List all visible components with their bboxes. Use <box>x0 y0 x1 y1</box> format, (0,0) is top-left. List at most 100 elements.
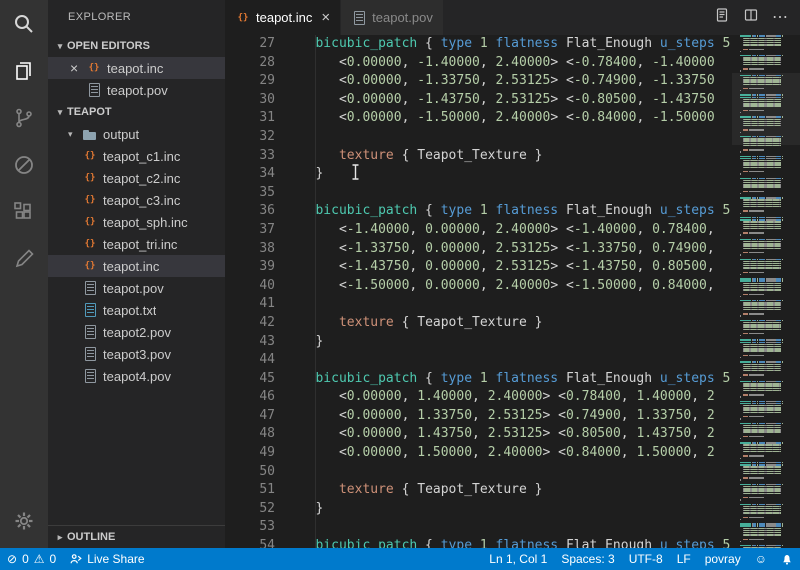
code-line-39: 39 <-1.43750, 0.00000, 2.53125> <-1.4375… <box>225 258 738 277</box>
language-mode-status[interactable]: povray <box>698 548 748 570</box>
split-editor-icon[interactable] <box>743 7 759 28</box>
cursor-position-status[interactable]: Ln 1, Col 1 <box>482 548 554 570</box>
open-editors-header[interactable]: ▾ OPEN EDITORS <box>48 35 225 57</box>
source-control-icon[interactable] <box>0 94 48 141</box>
pov-file-icon <box>82 280 98 296</box>
tree-item-teapot.inc[interactable]: {}teapot.inc <box>48 255 225 277</box>
file-label: teapot.txt <box>103 303 156 318</box>
line-number: 42 <box>225 314 275 333</box>
code-line-48: 48 <0.00000, 1.43750, 2.53125> <0.80500,… <box>225 425 738 444</box>
code-line-47: 47 <0.00000, 1.33750, 2.53125> <0.74900,… <box>225 407 738 426</box>
line-number: 29 <box>225 72 275 91</box>
code-line-40: 40 <-1.50000, 0.00000, 2.40000> <-1.5000… <box>225 277 738 296</box>
open-preview-icon[interactable] <box>714 7 730 28</box>
line-content <box>275 184 292 203</box>
file-label: teapot_tri.inc <box>103 237 177 252</box>
warning-count: 0 <box>50 552 57 566</box>
tree-item-output[interactable]: ▾output <box>48 123 225 145</box>
tree-item-teapot4.pov[interactable]: teapot4.pov <box>48 365 225 387</box>
code-line-38: 38 <-1.33750, 0.00000, 2.53125> <-1.3375… <box>225 240 738 259</box>
edit-icon[interactable] <box>0 235 48 282</box>
open-editor-item-teapot.pov[interactable]: teapot.pov <box>48 79 225 101</box>
tree-item-teapot_c2.inc[interactable]: {} teapot_c2.inc <box>48 167 225 189</box>
code-line-36: 36 bicubic_patch { type 1 flatness Flat_… <box>225 202 738 221</box>
file-tree: ▾output{}teapot_c1.inc{}teapot_c2.inc{}t… <box>48 123 225 387</box>
pov-file-icon <box>86 82 102 98</box>
eol-status[interactable]: LF <box>670 548 698 570</box>
live-share-icon <box>70 553 82 565</box>
line-number: 50 <box>225 463 275 482</box>
tabs: {}teapot.inc×teapot.pov <box>225 0 444 35</box>
explorer-icon[interactable] <box>0 47 48 94</box>
chevron-down-icon: ▾ <box>53 107 67 118</box>
line-content <box>275 128 292 147</box>
inc-file-icon: {} <box>82 170 98 186</box>
line-number: 51 <box>225 481 275 500</box>
line-content <box>275 295 292 314</box>
chevron-down-icon: ▾ <box>53 41 67 52</box>
outline-header[interactable]: ▸ OUTLINE <box>48 525 225 548</box>
line-content <box>275 351 292 370</box>
line-content: <0.00000, 1.33750, 2.53125> <0.74900, 1.… <box>275 407 715 426</box>
line-number: 38 <box>225 240 275 259</box>
code-line-37: 37 <-1.40000, 0.00000, 2.40000> <-1.4000… <box>225 221 738 240</box>
live-share-button[interactable]: Live Share <box>63 548 151 570</box>
code-line-34: 34 } <box>225 165 738 184</box>
feedback-button[interactable]: ☺ <box>748 548 774 570</box>
more-actions-icon[interactable]: ⋯ <box>772 10 788 26</box>
inc-file-icon: {} <box>82 148 98 164</box>
file-label: teapot_c2.inc <box>103 171 180 186</box>
line-number: 36 <box>225 202 275 221</box>
file-label: teapot.pov <box>107 83 168 98</box>
status-right: Ln 1, Col 1 Spaces: 3 UTF-8 LF povray ☺ <box>482 548 800 570</box>
pov-file-icon <box>351 10 367 26</box>
problems-status[interactable]: ⊘ 0 ⚠ 0 <box>0 548 63 570</box>
code-line-42: 42 texture { Teapot_Texture } <box>225 314 738 333</box>
line-content <box>275 518 292 537</box>
tree-item-teapot_c3.inc[interactable]: {}teapot_c3.inc <box>48 189 225 211</box>
minimap[interactable] <box>732 35 800 548</box>
settings-gear-icon[interactable] <box>0 497 48 544</box>
file-label: teapot2.pov <box>103 325 171 340</box>
tree-item-teapot.pov[interactable]: teapot.pov <box>48 277 225 299</box>
tab-teapot.pov[interactable]: teapot.pov <box>341 0 444 35</box>
inc-file-icon: {} <box>82 236 98 252</box>
open-editor-item-teapot.inc[interactable]: ×{}teapot.inc <box>48 57 225 79</box>
tab-close-icon[interactable]: × <box>321 10 330 25</box>
line-number: 34 <box>225 165 275 184</box>
tree-item-teapot_sph.inc[interactable]: {}teapot_sph.inc <box>48 211 225 233</box>
debug-icon[interactable] <box>0 141 48 188</box>
tree-item-teapot2.pov[interactable]: teapot2.pov <box>48 321 225 343</box>
error-icon: ⊘ <box>7 553 17 565</box>
pov-file-icon <box>82 368 98 384</box>
code-line-49: 49 <0.00000, 1.50000, 2.40000> <0.84000,… <box>225 444 738 463</box>
notifications-button[interactable] <box>774 548 800 570</box>
file-label: teapot_sph.inc <box>103 215 188 230</box>
search-icon[interactable] <box>0 0 48 47</box>
tree-item-teapot_c1.inc[interactable]: {}teapot_c1.inc <box>48 145 225 167</box>
indentation-status[interactable]: Spaces: 3 <box>554 548 621 570</box>
close-icon[interactable]: × <box>70 61 86 75</box>
line-content: } <box>275 500 323 519</box>
tree-item-teapot.txt[interactable]: teapot.txt <box>48 299 225 321</box>
line-number: 53 <box>225 518 275 537</box>
encoding-status[interactable]: UTF-8 <box>622 548 670 570</box>
code-line-35: 35 <box>225 184 738 203</box>
line-number: 49 <box>225 444 275 463</box>
line-number: 40 <box>225 277 275 296</box>
line-number: 45 <box>225 370 275 389</box>
status-bar: ⊘ 0 ⚠ 0 Live Share Ln 1, Col 1 Spaces: 3… <box>0 548 800 570</box>
code-line-41: 41 <box>225 295 738 314</box>
tab-teapot.inc[interactable]: {}teapot.inc× <box>225 0 341 35</box>
code-lines: 27 bicubic_patch { type 1 flatness Flat_… <box>225 35 738 548</box>
tree-item-teapot_tri.inc[interactable]: {} teapot_tri.inc <box>48 233 225 255</box>
tree-item-teapot3.pov[interactable]: teapot3.pov <box>48 343 225 365</box>
code-line-32: 32 <box>225 128 738 147</box>
workspace-folder-header[interactable]: ▾ TEAPOT <box>48 101 225 123</box>
line-content: } <box>275 333 323 352</box>
extensions-icon[interactable] <box>0 188 48 235</box>
line-number: 54 <box>225 537 275 548</box>
line-content: <-1.50000, 0.00000, 2.40000> <-1.50000, … <box>275 277 715 296</box>
line-content: <0.00000, 1.50000, 2.40000> <0.84000, 1.… <box>275 444 715 463</box>
code-editor[interactable]: 27 bicubic_patch { type 1 flatness Flat_… <box>225 35 738 548</box>
